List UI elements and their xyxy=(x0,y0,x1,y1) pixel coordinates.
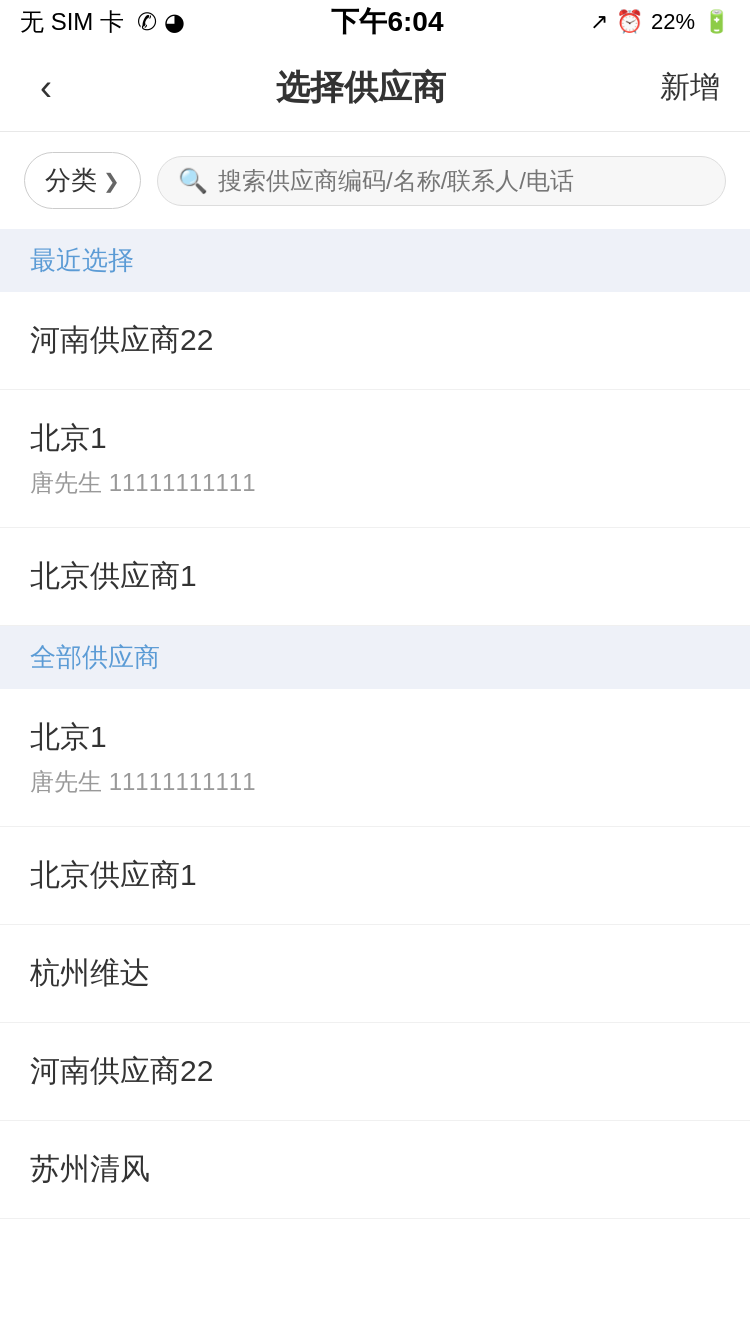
add-button[interactable]: 新增 xyxy=(660,67,720,108)
back-button[interactable]: ‹ xyxy=(30,57,62,119)
status-bar: 无 SIM 卡 ✆︎ ◕ 下午6:04 ↗ ⏰ 22% 🔋 xyxy=(0,0,750,44)
item-name: 北京1 xyxy=(30,418,720,459)
all-section-header: 全部供应商 xyxy=(0,626,750,689)
list-item[interactable]: 河南供应商22 xyxy=(0,292,750,390)
all-items-list: 北京1 唐先生 11111111111 北京供应商1 杭州维达 河南供应商22 … xyxy=(0,689,750,1219)
status-right: ↗ ⏰ 22% 🔋 xyxy=(590,9,730,35)
location-icon: ↗ xyxy=(590,9,608,35)
list-item[interactable]: 苏州清风 xyxy=(0,1121,750,1219)
item-name: 杭州维达 xyxy=(30,953,720,994)
item-name: 北京供应商1 xyxy=(30,855,720,896)
item-sub: 唐先生 11111111111 xyxy=(30,766,720,798)
alarm-icon: ⏰ xyxy=(616,9,643,35)
chevron-right-icon: ❯ xyxy=(103,169,120,193)
all-section-label: 全部供应商 xyxy=(30,642,160,672)
battery-icon: 🔋 xyxy=(703,9,730,35)
search-icon: 🔍 xyxy=(178,167,208,195)
page-title: 选择供应商 xyxy=(276,65,446,111)
category-filter[interactable]: 分类 ❯ xyxy=(24,152,141,209)
item-name: 河南供应商22 xyxy=(30,320,720,361)
item-name: 北京1 xyxy=(30,717,720,758)
list-item[interactable]: 北京供应商1 xyxy=(0,528,750,626)
filter-bar: 分类 ❯ 🔍 xyxy=(0,132,750,229)
list-item[interactable]: 北京供应商1 xyxy=(0,827,750,925)
status-time: 下午6:04 xyxy=(331,3,443,41)
list-item[interactable]: 北京1 唐先生 11111111111 xyxy=(0,390,750,528)
recent-section-header: 最近选择 xyxy=(0,229,750,292)
list-item[interactable]: 北京1 唐先生 11111111111 xyxy=(0,689,750,827)
item-name: 北京供应商1 xyxy=(30,556,720,597)
recent-section-label: 最近选择 xyxy=(30,245,134,275)
status-left: 无 SIM 卡 ✆︎ ◕ xyxy=(20,6,185,38)
list-item[interactable]: 杭州维达 xyxy=(0,925,750,1023)
item-name: 苏州清风 xyxy=(30,1149,720,1190)
search-box[interactable]: 🔍 xyxy=(157,156,726,206)
battery-text: 22% xyxy=(651,9,695,35)
recent-items-list: 河南供应商22 北京1 唐先生 11111111111 北京供应商1 xyxy=(0,292,750,626)
item-name: 河南供应商22 xyxy=(30,1051,720,1092)
search-input[interactable] xyxy=(218,167,705,195)
item-sub: 唐先生 11111111111 xyxy=(30,467,720,499)
nav-bar: ‹ 选择供应商 新增 xyxy=(0,44,750,132)
category-label: 分类 xyxy=(45,163,97,198)
list-item[interactable]: 河南供应商22 xyxy=(0,1023,750,1121)
